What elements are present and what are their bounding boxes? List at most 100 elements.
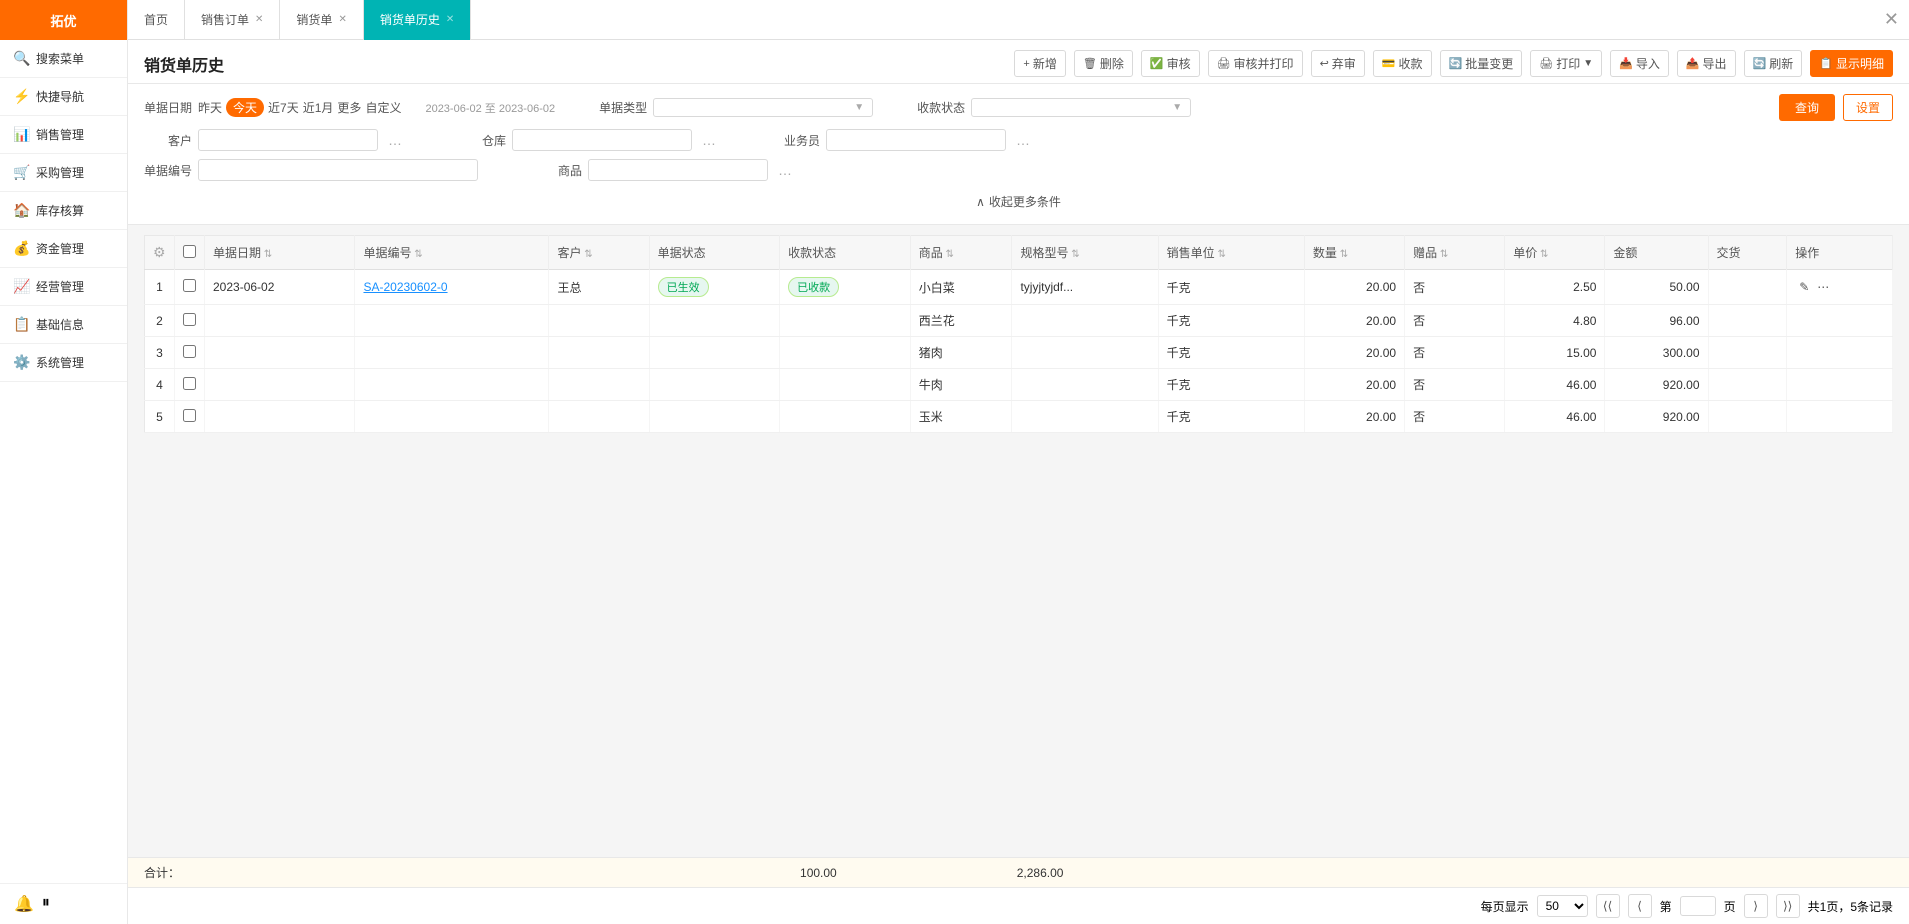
- row-checkbox-cell[interactable]: [175, 401, 205, 433]
- salesperson-more-btn[interactable]: …: [1016, 132, 1030, 148]
- finance-icon: 💰: [14, 241, 30, 257]
- type-dropdown-icon: ▼: [854, 102, 864, 113]
- ops-btn[interactable]: ⋯: [1813, 278, 1833, 296]
- row-docno[interactable]: [355, 369, 549, 401]
- row-checkbox[interactable]: [183, 279, 196, 292]
- query-button[interactable]: 查询: [1779, 94, 1835, 121]
- shortcut-today[interactable]: 今天: [226, 98, 264, 117]
- col-goods[interactable]: 商品: [910, 236, 1012, 270]
- tab-sales-order-close[interactable]: ✕: [255, 14, 263, 25]
- row-docno[interactable]: [355, 305, 549, 337]
- set-button[interactable]: 设置: [1843, 94, 1893, 121]
- tab-sales-goods-close[interactable]: ✕: [338, 14, 346, 25]
- row-unit: 千克: [1158, 270, 1304, 305]
- first-page-btn[interactable]: ⟨⟨: [1596, 894, 1620, 918]
- per-page-select[interactable]: 50 100 200: [1537, 895, 1588, 917]
- shortcut-7days[interactable]: 近7天: [268, 99, 299, 116]
- import-button[interactable]: 📥 导入: [1610, 50, 1669, 77]
- sidebar-item-quicknav[interactable]: ⚡ 快捷导航: [0, 78, 127, 116]
- sidebar-item-sales[interactable]: 📊 销售管理: [0, 116, 127, 154]
- pay-status-select[interactable]: ▼: [971, 98, 1191, 117]
- print-button[interactable]: 🖨 打印 ▼: [1530, 50, 1602, 77]
- col-price[interactable]: 单价: [1505, 236, 1605, 270]
- shortcut-1month[interactable]: 近1月: [303, 99, 334, 116]
- tab-sales-history[interactable]: 销货单历史 ✕: [364, 0, 471, 40]
- docno-link[interactable]: SA-20230602-0: [363, 280, 447, 294]
- collect-button[interactable]: 💳 收款: [1373, 50, 1432, 77]
- shortcut-more[interactable]: 更多: [337, 99, 361, 116]
- select-all-checkbox[interactable]: [183, 245, 196, 258]
- row-docno[interactable]: SA-20230602-0: [355, 270, 549, 305]
- row-checkbox[interactable]: [183, 345, 196, 358]
- row-goods: 玉米: [910, 401, 1012, 433]
- row-checkbox-cell[interactable]: [175, 270, 205, 305]
- tab-home[interactable]: 首页: [128, 0, 185, 40]
- row-checkbox[interactable]: [183, 377, 196, 390]
- approve-label: 审核: [1167, 55, 1191, 72]
- last-page-btn[interactable]: ⟩⟩: [1776, 894, 1800, 918]
- col-checkbox[interactable]: [175, 236, 205, 270]
- page-input[interactable]: 1: [1680, 896, 1716, 916]
- settings-icon[interactable]: ⚙: [153, 244, 166, 260]
- col-customer[interactable]: 客户: [549, 236, 649, 270]
- new-button[interactable]: + 新增: [1014, 50, 1065, 77]
- row-checkbox-cell[interactable]: [175, 369, 205, 401]
- batch-change-button[interactable]: 🔄 批量变更: [1440, 50, 1523, 77]
- warehouse-input[interactable]: [512, 129, 692, 151]
- delete-button[interactable]: 🗑 删除: [1074, 50, 1133, 77]
- warehouse-more-btn[interactable]: …: [702, 132, 716, 148]
- col-settings[interactable]: ⚙: [145, 236, 175, 270]
- goods-label: 商品: [534, 162, 582, 179]
- export-button[interactable]: 📤 导出: [1677, 50, 1736, 77]
- sidebar-item-search[interactable]: 🔍 搜索菜单: [0, 40, 127, 78]
- row-docno[interactable]: [355, 337, 549, 369]
- pause-icon[interactable]: ⏸: [42, 894, 50, 914]
- approve-print-button[interactable]: 🖨 审核并打印: [1208, 50, 1303, 77]
- sidebar-item-purchase[interactable]: 🛒 采购管理: [0, 154, 127, 192]
- per-page-label: 每页显示: [1481, 898, 1529, 915]
- prev-page-btn[interactable]: ⟨: [1628, 894, 1652, 918]
- customer-more-btn[interactable]: …: [388, 132, 402, 148]
- goods-input[interactable]: [588, 159, 768, 181]
- goods-more-btn[interactable]: …: [778, 162, 792, 178]
- salesperson-input[interactable]: [826, 129, 1006, 151]
- cancel-approve-button[interactable]: ↩ 弃审: [1311, 50, 1365, 77]
- collapse-btn[interactable]: ∧ 收起更多条件: [144, 189, 1893, 214]
- row-docno[interactable]: [355, 401, 549, 433]
- next-page-btn[interactable]: ⟩: [1744, 894, 1768, 918]
- row-checkbox[interactable]: [183, 409, 196, 422]
- row-checkbox-cell[interactable]: [175, 305, 205, 337]
- col-unit[interactable]: 销售单位: [1158, 236, 1304, 270]
- notification-icon[interactable]: 🔔: [14, 894, 34, 914]
- docno-input[interactable]: [198, 159, 478, 181]
- ops-btn[interactable]: ✎: [1795, 278, 1813, 296]
- approve-button[interactable]: ✅ 审核: [1141, 50, 1200, 77]
- sidebar-item-system[interactable]: ⚙️ 系统管理: [0, 344, 127, 382]
- row-unit: 千克: [1158, 401, 1304, 433]
- row-checkbox[interactable]: [183, 313, 196, 326]
- col-docno[interactable]: 单据编号: [355, 236, 549, 270]
- shortcut-custom[interactable]: 自定义: [365, 99, 401, 116]
- show-detail-button[interactable]: 📋 显示明细: [1810, 50, 1893, 77]
- col-gift[interactable]: 赠品: [1405, 236, 1505, 270]
- tab-sales-order[interactable]: 销售订单 ✕: [185, 0, 280, 40]
- tabs-close-all[interactable]: ✕: [1884, 9, 1909, 30]
- col-spec[interactable]: 规格型号: [1012, 236, 1158, 270]
- sidebar-item-inventory[interactable]: 🏠 库存核算: [0, 192, 127, 230]
- basics-icon: 📋: [14, 317, 30, 333]
- refresh-button[interactable]: 🔄 刷新: [1744, 50, 1803, 77]
- col-date[interactable]: 单据日期: [205, 236, 355, 270]
- shortcut-yesterday[interactable]: 昨天: [198, 99, 222, 116]
- customer-input[interactable]: [198, 129, 378, 151]
- sidebar-item-operations[interactable]: 📈 经营管理: [0, 268, 127, 306]
- tab-sales-history-close[interactable]: ✕: [446, 14, 454, 25]
- sidebar-item-finance[interactable]: 💰 资金管理: [0, 230, 127, 268]
- col-qty[interactable]: 数量: [1304, 236, 1404, 270]
- sidebar-item-basics[interactable]: 📋 基础信息: [0, 306, 127, 344]
- row-checkbox-cell[interactable]: [175, 337, 205, 369]
- row-date: [205, 337, 355, 369]
- total-info: 共1页，5条记录: [1808, 898, 1893, 915]
- quicknav-icon: ⚡: [14, 89, 30, 105]
- tab-sales-goods[interactable]: 销货单 ✕: [280, 0, 363, 40]
- type-select[interactable]: ▼: [653, 98, 873, 117]
